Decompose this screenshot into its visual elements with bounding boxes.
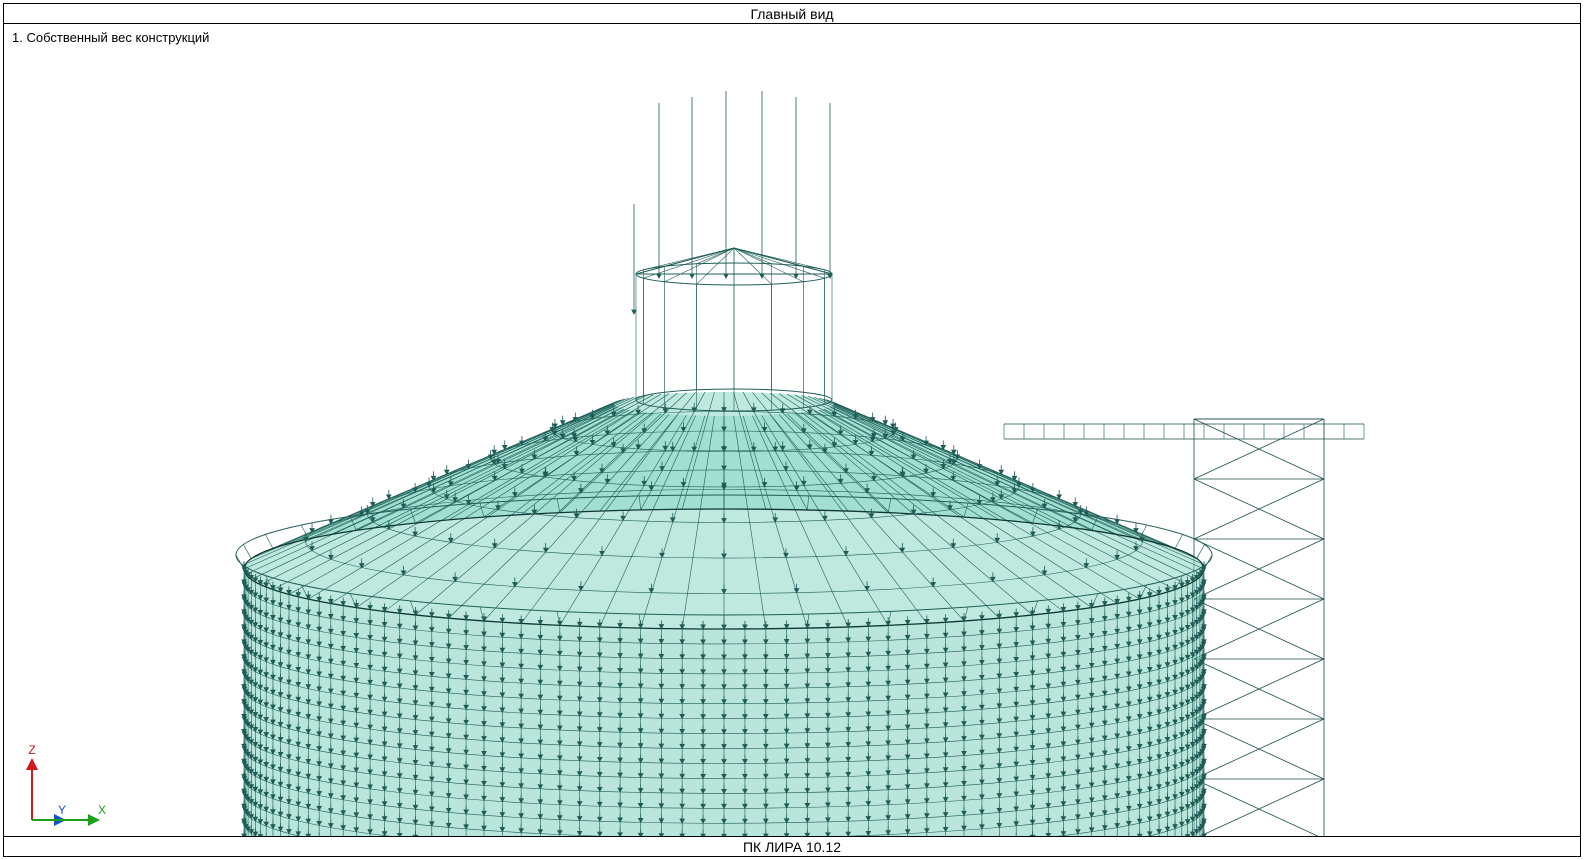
view-title-bar: Главный вид <box>4 4 1580 24</box>
model-viewport[interactable]: 1. Собственный вес конструкций <box>4 24 1580 836</box>
axis-z-label: Z <box>28 743 35 757</box>
software-footer: ПК ЛИРА 10.12 <box>4 836 1580 856</box>
axis-x-label: X <box>98 803 106 817</box>
view-title: Главный вид <box>750 6 833 22</box>
main-frame: Главный вид 1. Собственный вес конструкц… <box>3 3 1581 857</box>
software-label: ПК ЛИРА 10.12 <box>743 839 841 855</box>
cupola <box>636 248 832 411</box>
model-canvas[interactable] <box>4 24 1580 836</box>
axis-y-label: Y <box>58 803 66 817</box>
axis-gizmo[interactable]: Z Y X <box>20 742 110 832</box>
